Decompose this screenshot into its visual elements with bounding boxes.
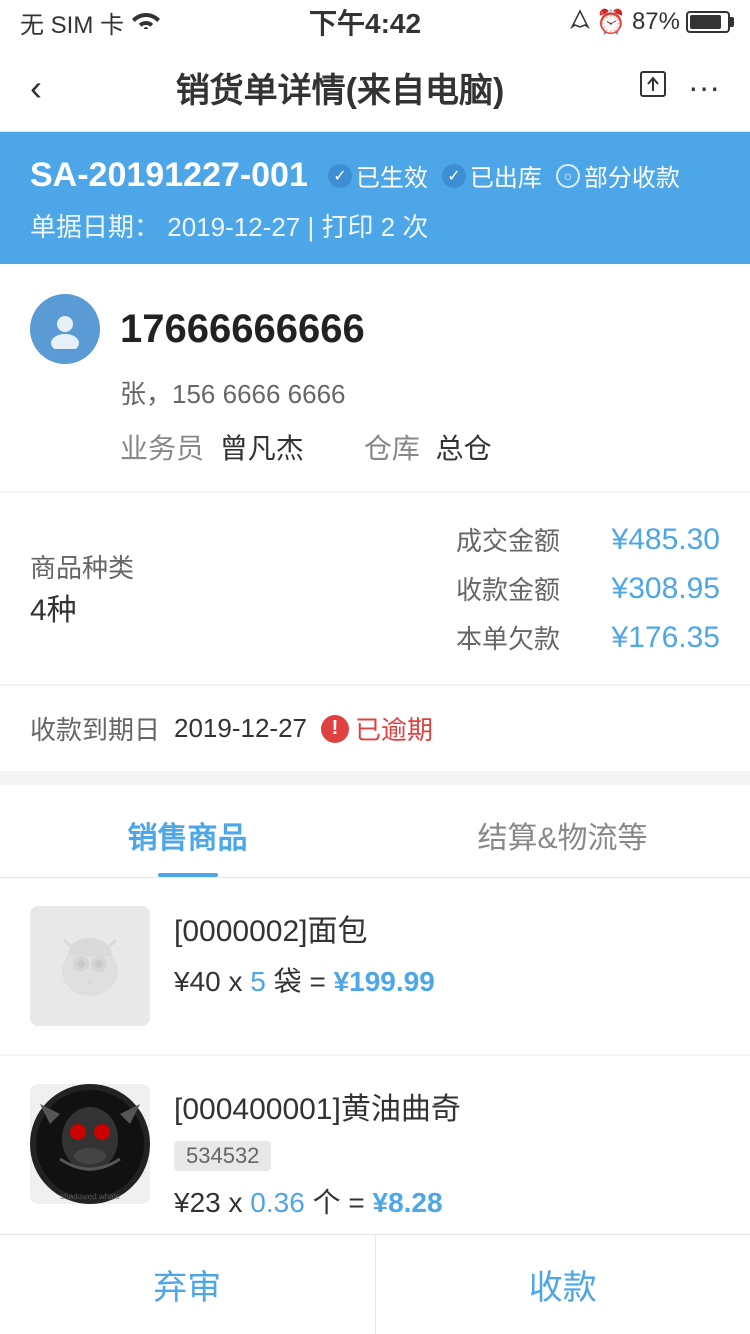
debt-amount-row: 本单欠款 ¥176.35: [273, 619, 720, 656]
deal-amount-row: 成交金额 ¥485.30: [273, 521, 720, 558]
product-item: [0000002]面包 ¥40 x 5 袋 = ¥199.99: [0, 878, 750, 1054]
svg-text:shadowed whale: shadowed whale: [60, 1192, 120, 1201]
more-icon[interactable]: ···: [688, 69, 720, 106]
order-id: SA-20191227-001: [30, 156, 308, 195]
bottom-bar: 弃审 收款: [0, 1234, 750, 1334]
status-left: 无 SIM 卡: [20, 5, 160, 40]
customer-info: 张，156 6666 6666: [120, 374, 720, 411]
receipt-amount-row: 收款金额 ¥308.95: [273, 570, 720, 607]
product-name-1: [0000002]面包: [174, 906, 720, 950]
due-date-section: 收款到期日 2019-12-27 ! 已逾期: [0, 686, 750, 771]
product-types: 商品种类 4种: [30, 548, 253, 629]
check-icon: ✓: [328, 164, 352, 188]
tabs-section: 销售商品 结算&物流等: [0, 785, 750, 878]
product-info-2: [000400001]黄油曲奇 534532 ¥23 x 0.36 个 = ¥8…: [174, 1084, 720, 1221]
badge-partial: ○ 部分收款: [556, 158, 680, 193]
nav-bar: ‹ 销货单详情(来自电脑) ···: [0, 44, 750, 132]
carrier-text: 无 SIM 卡: [20, 5, 124, 40]
collect-payment-button[interactable]: 收款: [376, 1235, 750, 1334]
overdue-icon: !: [321, 715, 349, 743]
header-date: 单据日期： 2019-12-27 | 打印 2 次: [30, 207, 720, 244]
back-button[interactable]: ‹: [30, 67, 42, 109]
badge-effective: ✓ 已生效: [328, 158, 428, 193]
share-icon[interactable]: [638, 69, 668, 107]
check-icon-2: ✓: [442, 164, 466, 188]
badge-shipped: ✓ 已出库: [442, 158, 542, 193]
product-price-1: ¥40 x 5 袋 = ¥199.99: [174, 960, 720, 1000]
product-info-1: [0000002]面包 ¥40 x 5 袋 = ¥199.99: [174, 906, 720, 1000]
product-name-2: [000400001]黄油曲奇: [174, 1084, 720, 1128]
customer-phone: 17666666666: [120, 307, 365, 352]
status-right: ⏰ 87%: [570, 8, 730, 37]
battery-icon: [686, 11, 730, 33]
customer-section: 17666666666 张，156 6666 6666 业务员 曾凡杰 仓库 总…: [0, 264, 750, 491]
order-header: SA-20191227-001 ✓ 已生效 ✓ 已出库 ○ 部分收款 单据日期：…: [0, 132, 750, 264]
tab-settlement[interactable]: 结算&物流等: [375, 785, 750, 877]
customer-avatar: [30, 294, 100, 364]
page-title: 销货单详情(来自电脑): [176, 63, 505, 112]
wifi-icon: [132, 8, 160, 36]
tab-sales-products[interactable]: 销售商品: [0, 785, 375, 877]
alarm-icon: ⏰: [596, 8, 626, 37]
summary-section: 商品种类 4种 成交金额 ¥485.30 收款金额 ¥308.95 本单欠款 ¥…: [0, 493, 750, 684]
battery-text: 87%: [632, 8, 680, 36]
warehouse-info: 仓库 总仓: [364, 427, 492, 467]
location-icon: [570, 8, 590, 36]
status-bar: 无 SIM 卡 下午4:42 ⏰ 87%: [0, 0, 750, 44]
product-list: [0000002]面包 ¥40 x 5 袋 = ¥199.99: [0, 878, 750, 1249]
overdue-badge: ! 已逾期: [321, 710, 433, 747]
product-sku: 534532: [174, 1141, 271, 1171]
status-time: 下午4:42: [309, 2, 421, 42]
product-item-2: shadowed whale [000400001]黄油曲奇 534532 ¥2…: [0, 1056, 750, 1249]
staff-info: 业务员 曾凡杰: [120, 427, 304, 467]
clock-icon: ○: [556, 164, 580, 188]
product-image-2: shadowed whale: [30, 1084, 150, 1204]
customer-meta: 业务员 曾凡杰 仓库 总仓: [120, 427, 720, 467]
abandon-review-button[interactable]: 弃审: [0, 1235, 376, 1334]
product-price-2: ¥23 x 0.36 个 = ¥8.28: [174, 1181, 720, 1221]
header-badges: ✓ 已生效 ✓ 已出库 ○ 部分收款: [328, 158, 680, 193]
product-image-1: [30, 906, 150, 1026]
nav-actions: ···: [638, 69, 720, 107]
